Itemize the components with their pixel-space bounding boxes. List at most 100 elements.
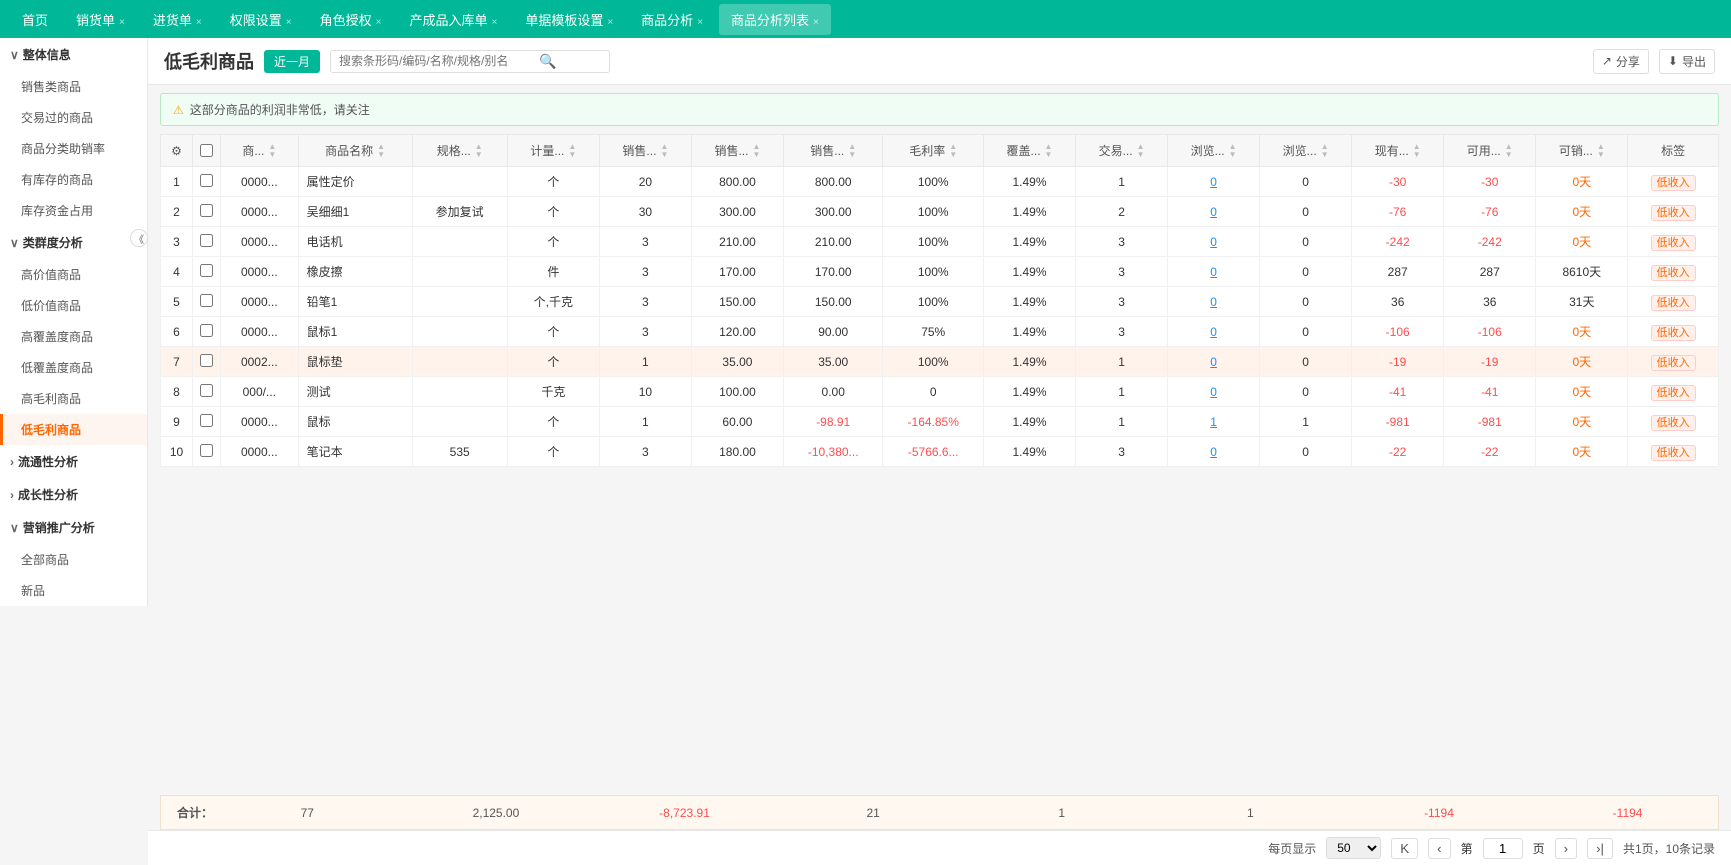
row-checkbox[interactable] xyxy=(193,377,221,407)
row-name[interactable]: 测试 xyxy=(298,377,412,407)
row-name[interactable]: 吴细细1 xyxy=(298,197,412,227)
row-checkbox[interactable] xyxy=(193,197,221,227)
sidebar-group-cluster[interactable]: ∨ 类群度分析 xyxy=(0,226,147,259)
col-sellable[interactable]: 可销... ▲▼ xyxy=(1536,135,1628,167)
col-margin-rate[interactable]: 毛利率 ▲▼ xyxy=(883,135,984,167)
row-select-checkbox[interactable] xyxy=(200,264,213,277)
nav-sales-order[interactable]: 销货单× xyxy=(64,4,137,35)
row-checkbox[interactable] xyxy=(193,227,221,257)
col-sales-price[interactable]: 销售... ▲▼ xyxy=(691,135,783,167)
row-view1[interactable]: 0 xyxy=(1168,257,1260,287)
row-name[interactable]: 属性定价 xyxy=(298,167,412,197)
row-name[interactable]: 笔记本 xyxy=(298,437,412,467)
row-view1[interactable]: 0 xyxy=(1168,347,1260,377)
sidebar-item-sales-goods[interactable]: 销售类商品 xyxy=(0,71,147,102)
col-unit[interactable]: 计量... ▲▼ xyxy=(507,135,599,167)
row-trade: 3 xyxy=(1076,317,1168,347)
sidebar-item-stocked-goods[interactable]: 有库存的商品 xyxy=(0,164,147,195)
prev-page-btn[interactable]: ‹ xyxy=(1428,838,1450,859)
last-page-btn[interactable]: ›| xyxy=(1587,838,1613,859)
row-view1[interactable]: 0 xyxy=(1168,197,1260,227)
sidebar-group-overall[interactable]: ∨ 整体信息 xyxy=(0,38,147,71)
row-margin-rate: 100% xyxy=(883,197,984,227)
row-select-checkbox[interactable] xyxy=(200,174,213,187)
sidebar-item-stock-fund[interactable]: 库存资金占用 xyxy=(0,195,147,226)
row-checkbox[interactable] xyxy=(193,437,221,467)
col-settings[interactable]: ⚙ xyxy=(161,135,193,167)
col-name[interactable]: 商品名称 ▲▼ xyxy=(298,135,412,167)
select-all-checkbox[interactable] xyxy=(200,144,213,157)
sidebar-group-growth[interactable]: › 成长性分析 xyxy=(0,478,147,511)
row-view1[interactable]: 1 xyxy=(1168,407,1260,437)
search-input[interactable] xyxy=(339,54,539,68)
row-checkbox[interactable] xyxy=(193,257,221,287)
row-select-checkbox[interactable] xyxy=(200,444,213,457)
page-input[interactable] xyxy=(1483,838,1523,859)
col-sales-amount[interactable]: 销售... ▲▼ xyxy=(783,135,882,167)
sidebar-item-low-margin[interactable]: 低毛利商品 xyxy=(0,414,147,445)
row-select-checkbox[interactable] xyxy=(200,294,213,307)
export-btn[interactable]: ⬇ 导出 xyxy=(1659,49,1715,74)
sidebar-item-low-value[interactable]: 低价值商品 xyxy=(0,290,147,321)
nav-home[interactable]: 首页 xyxy=(10,4,60,35)
sidebar-item-high-value[interactable]: 高价值商品 xyxy=(0,259,147,290)
row-view1[interactable]: 0 xyxy=(1168,167,1260,197)
sidebar-item-all-goods[interactable]: 全部商品 xyxy=(0,544,147,575)
row-name[interactable]: 鼠标 xyxy=(298,407,412,437)
row-view1[interactable]: 0 xyxy=(1168,377,1260,407)
row-select-checkbox[interactable] xyxy=(200,204,213,217)
nav-goods-analysis[interactable]: 商品分析× xyxy=(629,4,715,35)
row-name[interactable]: 电话机 xyxy=(298,227,412,257)
next-page-btn[interactable]: › xyxy=(1555,838,1577,859)
row-name[interactable]: 鼠标垫 xyxy=(298,347,412,377)
col-code[interactable]: 商... ▲▼ xyxy=(221,135,299,167)
col-tag[interactable]: 标签 xyxy=(1628,135,1719,167)
sidebar-collapse-btn[interactable]: 《 xyxy=(130,229,148,247)
row-select-checkbox[interactable] xyxy=(200,354,213,367)
sidebar-group-marketing[interactable]: ∨ 营销推广分析 xyxy=(0,511,147,544)
row-select-checkbox[interactable] xyxy=(200,384,213,397)
sidebar-item-traded-goods[interactable]: 交易过的商品 xyxy=(0,102,147,133)
col-sales-count[interactable]: 销售... ▲▼ xyxy=(599,135,691,167)
col-view2[interactable]: 浏览... ▲▼ xyxy=(1260,135,1352,167)
row-view1[interactable]: 0 xyxy=(1168,437,1260,467)
sidebar-item-new-goods[interactable]: 新品 xyxy=(0,575,147,606)
col-current[interactable]: 现有... ▲▼ xyxy=(1352,135,1444,167)
nav-template[interactable]: 单据模板设置× xyxy=(513,4,625,35)
row-checkbox[interactable] xyxy=(193,287,221,317)
nav-goods-analysis-list[interactable]: 商品分析列表× xyxy=(719,4,831,35)
nav-product-entry[interactable]: 产成品入库单× xyxy=(397,4,509,35)
sidebar-item-high-coverage[interactable]: 高覆盖度商品 xyxy=(0,321,147,352)
row-checkbox[interactable] xyxy=(193,167,221,197)
nav-purchase-order[interactable]: 进货单× xyxy=(141,4,214,35)
sidebar-group-circulation[interactable]: › 流通性分析 xyxy=(0,445,147,478)
sidebar-item-high-margin[interactable]: 高毛利商品 xyxy=(0,383,147,414)
col-view1[interactable]: 浏览... ▲▼ xyxy=(1168,135,1260,167)
row-name[interactable]: 橡皮擦 xyxy=(298,257,412,287)
col-available[interactable]: 可用... ▲▼ xyxy=(1444,135,1536,167)
nav-permission[interactable]: 权限设置× xyxy=(218,4,304,35)
row-checkbox[interactable] xyxy=(193,347,221,377)
sidebar-item-low-coverage[interactable]: 低覆盖度商品 xyxy=(0,352,147,383)
row-name[interactable]: 铅笔1 xyxy=(298,287,412,317)
row-checkbox[interactable] xyxy=(193,317,221,347)
col-coverage[interactable]: 覆盖... ▲▼ xyxy=(983,135,1075,167)
row-select-checkbox[interactable] xyxy=(200,414,213,427)
row-name[interactable]: 鼠标1 xyxy=(298,317,412,347)
filter-recent-btn[interactable]: 近一月 xyxy=(264,50,320,73)
col-checkbox[interactable] xyxy=(193,135,221,167)
row-view1[interactable]: 0 xyxy=(1168,317,1260,347)
row-checkbox[interactable] xyxy=(193,407,221,437)
col-spec[interactable]: 规格... ▲▼ xyxy=(412,135,507,167)
col-trade[interactable]: 交易... ▲▼ xyxy=(1076,135,1168,167)
search-box[interactable]: 🔍 xyxy=(330,50,610,73)
nav-role-auth[interactable]: 角色授权× xyxy=(308,4,394,35)
row-select-checkbox[interactable] xyxy=(200,234,213,247)
first-page-btn[interactable]: K xyxy=(1391,838,1418,859)
sidebar-item-category-rate[interactable]: 商品分类助销率 xyxy=(0,133,147,164)
share-btn[interactable]: ↗ 分享 xyxy=(1593,49,1649,74)
page-size-select[interactable]: 50 20 100 xyxy=(1326,837,1381,859)
row-view1[interactable]: 0 xyxy=(1168,227,1260,257)
row-select-checkbox[interactable] xyxy=(200,324,213,337)
row-view1[interactable]: 0 xyxy=(1168,287,1260,317)
